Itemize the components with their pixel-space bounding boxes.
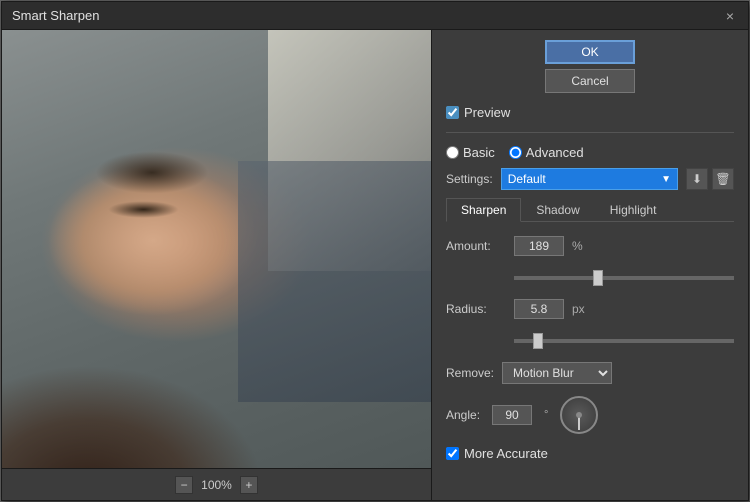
- basic-label[interactable]: Basic: [463, 145, 495, 160]
- settings-label: Settings:: [446, 172, 493, 186]
- amount-input[interactable]: [514, 236, 564, 256]
- chevron-down-icon: ▼: [661, 174, 671, 185]
- dialog-body: − 100% + OK Cancel Preview Basi: [2, 30, 748, 500]
- tabs-container: Sharpen Shadow Highlight: [446, 198, 734, 222]
- angle-row: Angle: °: [446, 396, 734, 434]
- tab-highlight[interactable]: Highlight: [595, 198, 672, 222]
- trash-icon: 🗑: [715, 172, 730, 186]
- amount-label: Amount:: [446, 239, 506, 253]
- amount-slider[interactable]: [514, 276, 734, 280]
- remove-row: Remove: Gaussian Blur Lens Blur Motion B…: [446, 362, 734, 384]
- settings-dropdown[interactable]: Default ▼: [501, 168, 678, 190]
- radius-row: Radius: px: [446, 299, 734, 319]
- advanced-radio[interactable]: [509, 146, 522, 159]
- angle-unit: °: [544, 409, 548, 421]
- more-accurate-checkbox[interactable]: [446, 447, 459, 460]
- eyelashes-layer: [79, 183, 208, 236]
- advanced-label[interactable]: Advanced: [526, 145, 584, 160]
- mode-radio-row: Basic Advanced: [446, 145, 734, 160]
- dial-indicator: [578, 416, 580, 430]
- zoom-in-button[interactable]: +: [240, 476, 258, 494]
- basic-option: Basic: [446, 145, 495, 160]
- more-accurate-row: More Accurate: [446, 446, 734, 461]
- settings-value: Default: [508, 172, 546, 186]
- ok-button[interactable]: OK: [545, 40, 635, 64]
- settings-row: Settings: Default ▼ ⬇ 🗑: [446, 168, 734, 190]
- more-accurate-label[interactable]: More Accurate: [464, 446, 548, 461]
- radius-unit: px: [572, 302, 585, 316]
- advanced-option: Advanced: [509, 145, 584, 160]
- title-bar: Smart Sharpen ×: [2, 2, 748, 30]
- amount-slider-wrapper: [514, 268, 734, 283]
- action-buttons: OK Cancel: [446, 40, 734, 93]
- amount-row: Amount: %: [446, 236, 734, 256]
- tab-shadow[interactable]: Shadow: [521, 198, 594, 222]
- preview-footer: − 100% +: [2, 468, 431, 500]
- controls-panel: OK Cancel Preview Basic Advanced: [432, 30, 748, 500]
- tab-sharpen[interactable]: Sharpen: [446, 198, 521, 222]
- preview-checkbox-row: Preview: [446, 105, 734, 120]
- preview-checkbox[interactable]: [446, 106, 459, 119]
- radius-input[interactable]: [514, 299, 564, 319]
- angle-input[interactable]: [492, 405, 532, 425]
- image-preview-area[interactable]: [2, 30, 431, 468]
- preview-panel: − 100% +: [2, 30, 432, 500]
- zoom-value: 100%: [201, 478, 232, 492]
- dialog-title: Smart Sharpen: [12, 8, 99, 23]
- save-icon: ⬇: [692, 172, 702, 186]
- zoom-out-button[interactable]: −: [175, 476, 193, 494]
- radius-slider-row: [446, 331, 734, 346]
- angle-label: Angle:: [446, 408, 480, 422]
- divider-1: [446, 132, 734, 133]
- remove-label: Remove:: [446, 366, 494, 380]
- close-button[interactable]: ×: [722, 9, 738, 23]
- background-layer: [238, 161, 431, 402]
- radius-slider[interactable]: [514, 339, 734, 343]
- radius-label: Radius:: [446, 302, 506, 316]
- delete-preset-button[interactable]: 🗑: [712, 168, 734, 190]
- amount-slider-row: [446, 268, 734, 283]
- preview-label[interactable]: Preview: [464, 105, 510, 120]
- angle-dial[interactable]: [560, 396, 598, 434]
- image-canvas: [2, 30, 431, 468]
- settings-icons: ⬇ 🗑: [686, 168, 734, 190]
- save-preset-button[interactable]: ⬇: [686, 168, 708, 190]
- radius-slider-wrapper: [514, 331, 734, 346]
- cancel-button[interactable]: Cancel: [545, 69, 635, 93]
- remove-select[interactable]: Gaussian Blur Lens Blur Motion Blur: [502, 362, 612, 384]
- smart-sharpen-dialog: Smart Sharpen × − 100: [1, 1, 749, 501]
- basic-radio[interactable]: [446, 146, 459, 159]
- amount-unit: %: [572, 239, 583, 253]
